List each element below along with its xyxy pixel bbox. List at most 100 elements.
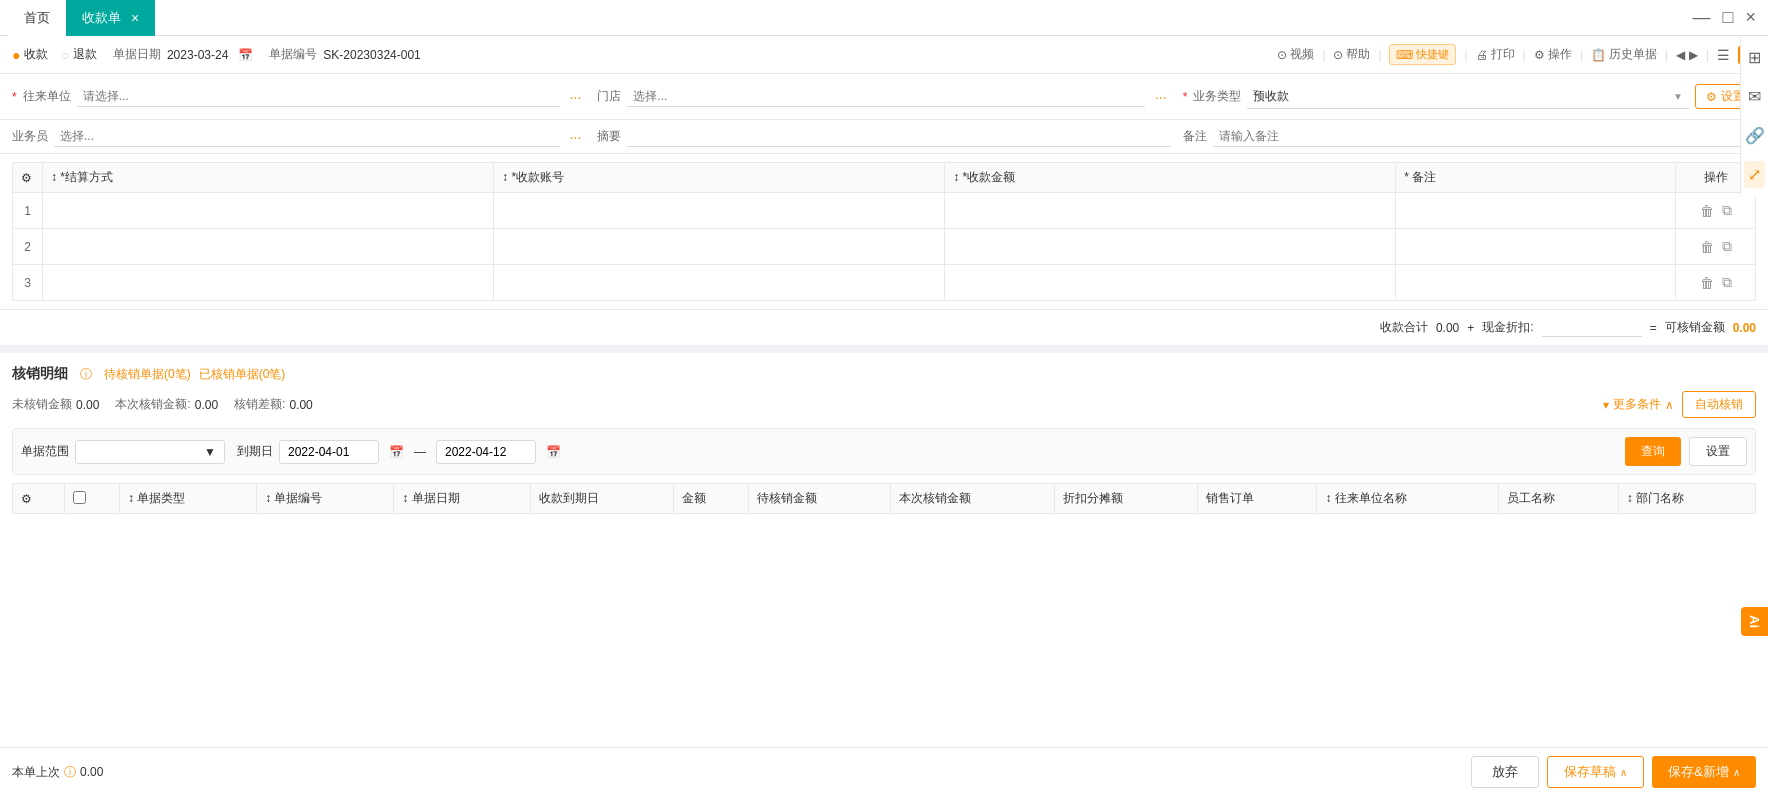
total-value1: 0.00 [1436,321,1459,335]
cell-account-3[interactable] [494,265,945,301]
save-new-button[interactable]: 保存&新增 ∧ [1652,756,1756,788]
help-btn[interactable]: ⊙ 帮助 [1333,46,1370,63]
footer-info: 本单上次 ⓘ 0.00 [12,764,103,781]
cell-account-1[interactable] [494,193,945,229]
prev-icon[interactable]: ◀ [1676,48,1685,62]
sidebar-expand-icon[interactable]: ⤢ [1744,161,1765,188]
radio-group: ● 收款 ○ 退款 [12,46,97,63]
counterpart-input[interactable] [77,86,560,107]
receipt-table-container: ⚙ ↕ *结算方式 ↕ *收款账号 ↕ *收款金额 * 备注 操作 1 [0,154,1768,309]
total-plus: + [1467,321,1474,335]
history-btn[interactable]: 📋 历史单据 [1591,46,1657,63]
range-select[interactable]: ▼ [75,440,225,464]
store-input[interactable] [627,86,1145,107]
video-btn[interactable]: ⊙ 视频 [1277,46,1314,63]
verify-actions: ▾ 更多条件 ∧ 自动核销 [1603,391,1756,418]
tab-pending[interactable]: 待核销单据(0笔) [104,366,191,383]
remark-field: 备注 [1183,126,1756,147]
cell-amount-3[interactable] [945,265,1396,301]
filter-icon: ▾ [1603,398,1609,412]
counterpart-field: * 往来单位 ··· [12,84,585,109]
sidebar-mail-icon[interactable]: ✉ [1744,83,1765,110]
next-icon[interactable]: ▶ [1689,48,1698,62]
window-controls: — □ × [1689,3,1760,32]
info-icon[interactable]: ⓘ [80,366,92,383]
calendar-to-icon[interactable]: 📅 [546,445,561,459]
copy-icon-1[interactable]: ⧉ [1722,202,1732,219]
col-gear[interactable]: ⚙ [13,484,65,514]
verify-title: 核销明细 [12,365,68,383]
footer-label: 本单上次 [12,764,60,781]
col-checkbox[interactable] [64,484,119,514]
delete-icon-2[interactable]: 🗑 [1700,239,1714,255]
nav-arrows: ◀ ▶ [1676,48,1698,62]
close-window-icon[interactable]: × [1741,3,1760,32]
stat-current: 本次核销金额: 0.00 [115,396,218,413]
list-icon[interactable]: ☰ [1717,47,1730,63]
business-type-value: 预收款 [1253,88,1289,105]
cell-settlement-1[interactable] [43,193,494,229]
verify-table: ⚙ ↕ 单据类型 ↕ 单据编号 ↕ 单据日期 收款到期日 金额 待核销金额 本次… [12,483,1756,514]
range-label: 单据范围 [21,443,69,460]
unchecked-value: 0.00 [76,398,99,412]
counterpart-more-icon[interactable]: ··· [566,89,586,105]
save-draft-button[interactable]: 保存草稿 ∧ [1547,756,1644,788]
date-to-input[interactable] [436,440,536,464]
select-all-checkbox[interactable] [73,491,86,504]
cell-amount-1[interactable] [945,193,1396,229]
calendar-icon[interactable]: 📅 [238,48,253,62]
filter-settings-button[interactable]: 设置 [1689,437,1747,466]
delete-icon-3[interactable]: 🗑 [1700,275,1714,291]
remark-input[interactable] [1213,126,1756,147]
sidebar-table-icon[interactable]: ⊞ [1744,44,1765,71]
tab-receipt[interactable]: 收款单 × [66,0,155,36]
col-amount: ↕ *收款金额 [945,163,1396,193]
col-dept: ↕ 部门名称 [1618,484,1755,514]
summary-label: 摘要 [597,128,621,145]
tab-close-icon[interactable]: × [131,10,139,26]
info-circle-icon[interactable]: ⓘ [64,764,76,781]
cell-amount-2[interactable] [945,229,1396,265]
form-header: ● 收款 ○ 退款 单据日期 2023-03-24 📅 单据编号 SK-2023… [0,36,1768,74]
business-type-select[interactable]: 预收款 ▼ [1247,85,1689,109]
query-button[interactable]: 查询 [1625,437,1681,466]
radio-refund[interactable]: ○ 退款 [60,46,96,63]
delete-icon-1[interactable]: 🗑 [1700,203,1714,219]
auto-verify-button[interactable]: 自动核销 [1682,391,1756,418]
abandon-button[interactable]: 放弃 [1471,756,1539,788]
cell-remark-3[interactable] [1396,265,1676,301]
operation-btn[interactable]: ⚙ 操作 [1534,46,1572,63]
diff-value: 0.00 [289,398,312,412]
copy-icon-2[interactable]: ⧉ [1722,238,1732,255]
salesperson-input[interactable] [54,126,560,147]
stat-unchecked: 未核销金额 0.00 [12,396,99,413]
cell-settlement-2[interactable] [43,229,494,265]
discount-input[interactable] [1542,318,1642,337]
summary-input[interactable] [627,126,1170,147]
minimize-icon[interactable]: — [1689,3,1715,32]
salesperson-more-icon[interactable]: ··· [566,129,586,145]
calendar-from-icon[interactable]: 📅 [389,445,404,459]
cell-settlement-3[interactable] [43,265,494,301]
ai-badge[interactable]: Ai [1741,607,1768,636]
shortcut-btn[interactable]: ⌨ 快捷键 [1389,44,1456,65]
sidebar-link-icon[interactable]: 🔗 [1741,122,1769,149]
cell-remark-1[interactable] [1396,193,1676,229]
store-more-icon[interactable]: ··· [1151,89,1171,105]
business-type-label: 业务类型 [1193,88,1241,105]
tab-done[interactable]: 已核销单据(0笔) [199,366,286,383]
print-btn[interactable]: 🖨 打印 [1476,46,1515,63]
col-doc-type: ↕ 单据类型 [120,484,257,514]
table-gear-header[interactable]: ⚙ [13,163,43,193]
salesperson-label: 业务员 [12,128,48,145]
radio-receipt[interactable]: ● 收款 [12,46,48,63]
cell-remark-2[interactable] [1396,229,1676,265]
cell-account-2[interactable] [494,229,945,265]
copy-icon-3[interactable]: ⧉ [1722,274,1732,291]
total-equals: = [1650,321,1657,335]
date-from-input[interactable] [279,440,379,464]
col-due-date: 收款到期日 [531,484,673,514]
maximize-icon[interactable]: □ [1719,3,1738,32]
more-conditions-btn[interactable]: ▾ 更多条件 ∧ [1603,396,1674,413]
tab-home[interactable]: 首页 [8,0,66,36]
